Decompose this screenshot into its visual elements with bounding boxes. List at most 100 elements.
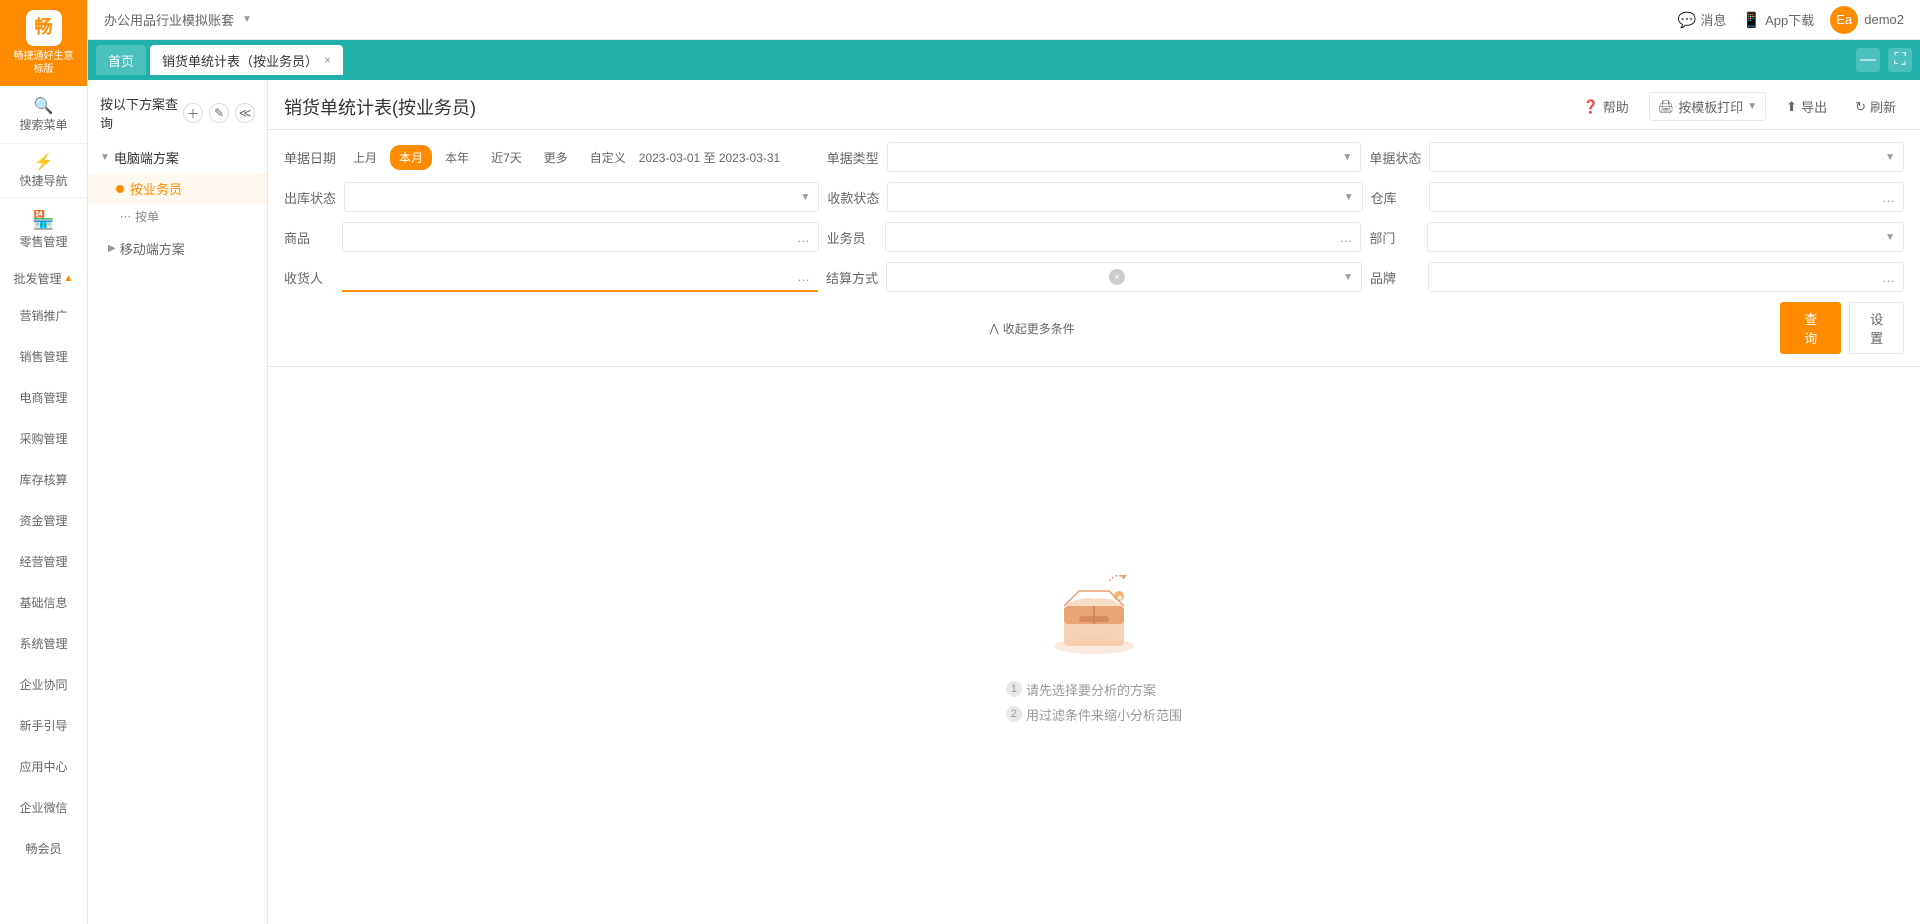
dropdown-arrow-icon[interactable]: ▼ (242, 14, 252, 25)
sidebar-item-retail[interactable]: 🏪 零售管理 (0, 198, 87, 262)
mobile-arrow-icon: ▶ (108, 243, 116, 254)
sidebar-item-system[interactable]: 系统管理 (0, 623, 87, 664)
header-right: 💬 消息 📱 App下载 Ea demo2 (1678, 6, 1904, 34)
user-menu-button[interactable]: Ea demo2 (1830, 6, 1904, 34)
collapse-conditions-button[interactable]: ⋀ 收起更多条件 (284, 316, 1780, 341)
query-button[interactable]: 查询 (1780, 302, 1841, 354)
out-status-label: 出库状态 (284, 188, 336, 207)
receipt-status-label: 收款状态 (827, 188, 879, 207)
print-dropdown-icon: ▼ (1747, 101, 1757, 112)
this-year-btn[interactable]: 本年 (436, 145, 478, 170)
salesperson-ellipsis-icon: … (1339, 230, 1352, 245)
receiver-ellipsis-icon: … (797, 269, 810, 284)
scheme-item-salesperson[interactable]: 按业务员 (88, 173, 267, 204)
sidebar-item-member[interactable]: 畅会员 (0, 828, 87, 869)
receiver-label: 收货人 (284, 268, 334, 287)
export-button[interactable]: ⬆ 导出 (1778, 93, 1835, 120)
header-left: 办公用品行业模拟账套 ▼ (104, 10, 252, 29)
empty-state: ★ 1 请先选择要分析的方案 2 用过滤条件来缩小分析范围 (268, 367, 1920, 924)
doc-type-dropdown-icon: ▼ (1342, 152, 1352, 163)
settlement-clear-icon[interactable]: × (1109, 269, 1125, 285)
sidebar-item-enterprise[interactable]: 企业协同 (0, 664, 87, 705)
help-icon: ❓ (1583, 99, 1599, 115)
warehouse-ellipsis-icon: … (1882, 190, 1895, 205)
template-print-button[interactable]: 🖨 按模板打印 ▼ (1649, 92, 1766, 121)
tab-right-actions: — ⛶ (1856, 48, 1912, 72)
sidebar-item-purchase[interactable]: 采购管理 (0, 418, 87, 459)
sidebar-item-finance[interactable]: 资金管理 (0, 500, 87, 541)
page-header-actions: ❓ 帮助 🖨 按模板打印 ▼ ⬆ 导出 ↻ 刷新 (1575, 92, 1904, 121)
main-area: 办公用品行业模拟账套 ▼ 💬 消息 📱 App下载 Ea demo2 首页 (88, 0, 1920, 924)
department-field[interactable]: ▼ (1427, 222, 1904, 252)
app-download-button[interactable]: 📱 App下载 (1742, 10, 1814, 29)
tab-min-button[interactable]: — (1856, 48, 1880, 72)
filter-area: 单据日期 上月 本月 本年 近7天 更多 自定义 2023-03-01 至 20… (268, 130, 1920, 367)
doc-type-field[interactable]: ▼ (887, 142, 1362, 172)
sidebar: 畅 畅捷通好生意 标版 🔍 搜索菜单 ⚡ 快捷导航 🏪 零售管理 批发管理 ▲ … (0, 0, 88, 924)
logo-text: 畅捷通好生意 (8, 50, 79, 63)
scheme-sub-item[interactable]: ⋯ 按单 (88, 204, 267, 229)
sidebar-item-operation[interactable]: 经营管理 (0, 541, 87, 582)
desktop-scheme-expand[interactable]: ▼ 电脑端方案 (88, 142, 267, 173)
last7days-btn[interactable]: 近7天 (482, 145, 531, 170)
right-panel: 销货单统计表(按业务员) ❓ 帮助 🖨 按模板打印 ▼ ⬆ 导出 (268, 80, 1920, 924)
receipt-status-field[interactable]: ▼ (887, 182, 1362, 212)
warehouse-label: 仓库 (1371, 188, 1421, 207)
tab-close-icon[interactable]: × (324, 53, 331, 67)
tab-max-button[interactable]: ⛶ (1888, 48, 1912, 72)
arrow-down-icon: ▼ (100, 152, 110, 163)
goods-label: 商品 (284, 228, 334, 247)
refresh-button[interactable]: ↻ 刷新 (1847, 93, 1904, 120)
out-status-field[interactable]: ▼ (344, 182, 819, 212)
settings-button[interactable]: 设置 (1849, 302, 1904, 354)
doc-status-field[interactable]: ▼ (1429, 142, 1904, 172)
sidebar-search-menu[interactable]: 🔍 搜索菜单 (0, 86, 87, 144)
last-month-btn[interactable]: 上月 (344, 145, 386, 170)
tab-home[interactable]: 首页 (96, 45, 146, 75)
out-status-dropdown-icon: ▼ (800, 192, 810, 203)
logo-icon: 畅 (26, 10, 62, 46)
left-panel-actions: ＋ ✎ ≪ (183, 103, 255, 123)
brand-label: 品牌 (1370, 268, 1420, 287)
message-button[interactable]: 💬 消息 (1678, 10, 1727, 29)
svg-text:★: ★ (1116, 593, 1123, 602)
warehouse-field[interactable]: … (1429, 182, 1904, 212)
sidebar-item-inventory[interactable]: 库存核算 (0, 459, 87, 500)
page-header: 销货单统计表(按业务员) ❓ 帮助 🖨 按模板打印 ▼ ⬆ 导出 (268, 80, 1920, 130)
sidebar-item-ecommerce[interactable]: 电商管理 (0, 377, 87, 418)
sidebar-item-appcenter[interactable]: 应用中心 (0, 746, 87, 787)
mobile-scheme-item[interactable]: ▶ 移动端方案 (88, 233, 267, 264)
sidebar-item-wechat[interactable]: 企业微信 (0, 787, 87, 828)
doc-type-label: 单据类型 (827, 148, 879, 167)
goods-field[interactable]: … (342, 222, 819, 252)
add-scheme-button[interactable]: ＋ (183, 103, 203, 123)
goods-ellipsis-icon: … (797, 230, 810, 245)
settlement-field[interactable]: × ▼ (886, 262, 1362, 292)
receiver-field[interactable]: … (342, 262, 818, 292)
dropdown-title[interactable]: 办公用品行业模拟账套 (104, 10, 234, 29)
collapse-scheme-button[interactable]: ≪ (235, 103, 255, 123)
custom-btn[interactable]: 自定义 (581, 145, 635, 170)
sidebar-quicknav[interactable]: ⚡ 快捷导航 (0, 144, 87, 198)
empty-icon: ★ (1034, 561, 1154, 664)
sidebar-item-basic[interactable]: 基础信息 (0, 582, 87, 623)
settlement-label: 结算方式 (826, 268, 878, 287)
help-button[interactable]: ❓ 帮助 (1575, 93, 1637, 120)
sidebar-item-wholesale[interactable]: 批发管理 ▲ (0, 262, 87, 295)
sidebar-item-marketing[interactable]: 营销推广 (0, 295, 87, 336)
edit-scheme-button[interactable]: ✎ (209, 103, 229, 123)
tab-sales-stat[interactable]: 销货单统计表（按业务员） × (150, 45, 343, 75)
tab-home-label: 首页 (108, 51, 134, 70)
app-download-icon: 📱 (1742, 11, 1761, 29)
brand-field[interactable]: … (1428, 262, 1904, 292)
this-month-btn[interactable]: 本月 (390, 145, 432, 170)
refresh-icon: ↻ (1855, 99, 1866, 115)
avatar: Ea (1830, 6, 1858, 34)
sidebar-item-newbie[interactable]: 新手引导 (0, 705, 87, 746)
sidebar-item-sales[interactable]: 销售管理 (0, 336, 87, 377)
salesperson-field[interactable]: … (885, 222, 1362, 252)
left-panel-title: 按以下方案查询 (100, 94, 183, 132)
active-dot (116, 185, 124, 193)
more-btn[interactable]: 更多 (535, 145, 577, 170)
sidebar-logo[interactable]: 畅 畅捷通好生意 标版 (0, 0, 87, 86)
